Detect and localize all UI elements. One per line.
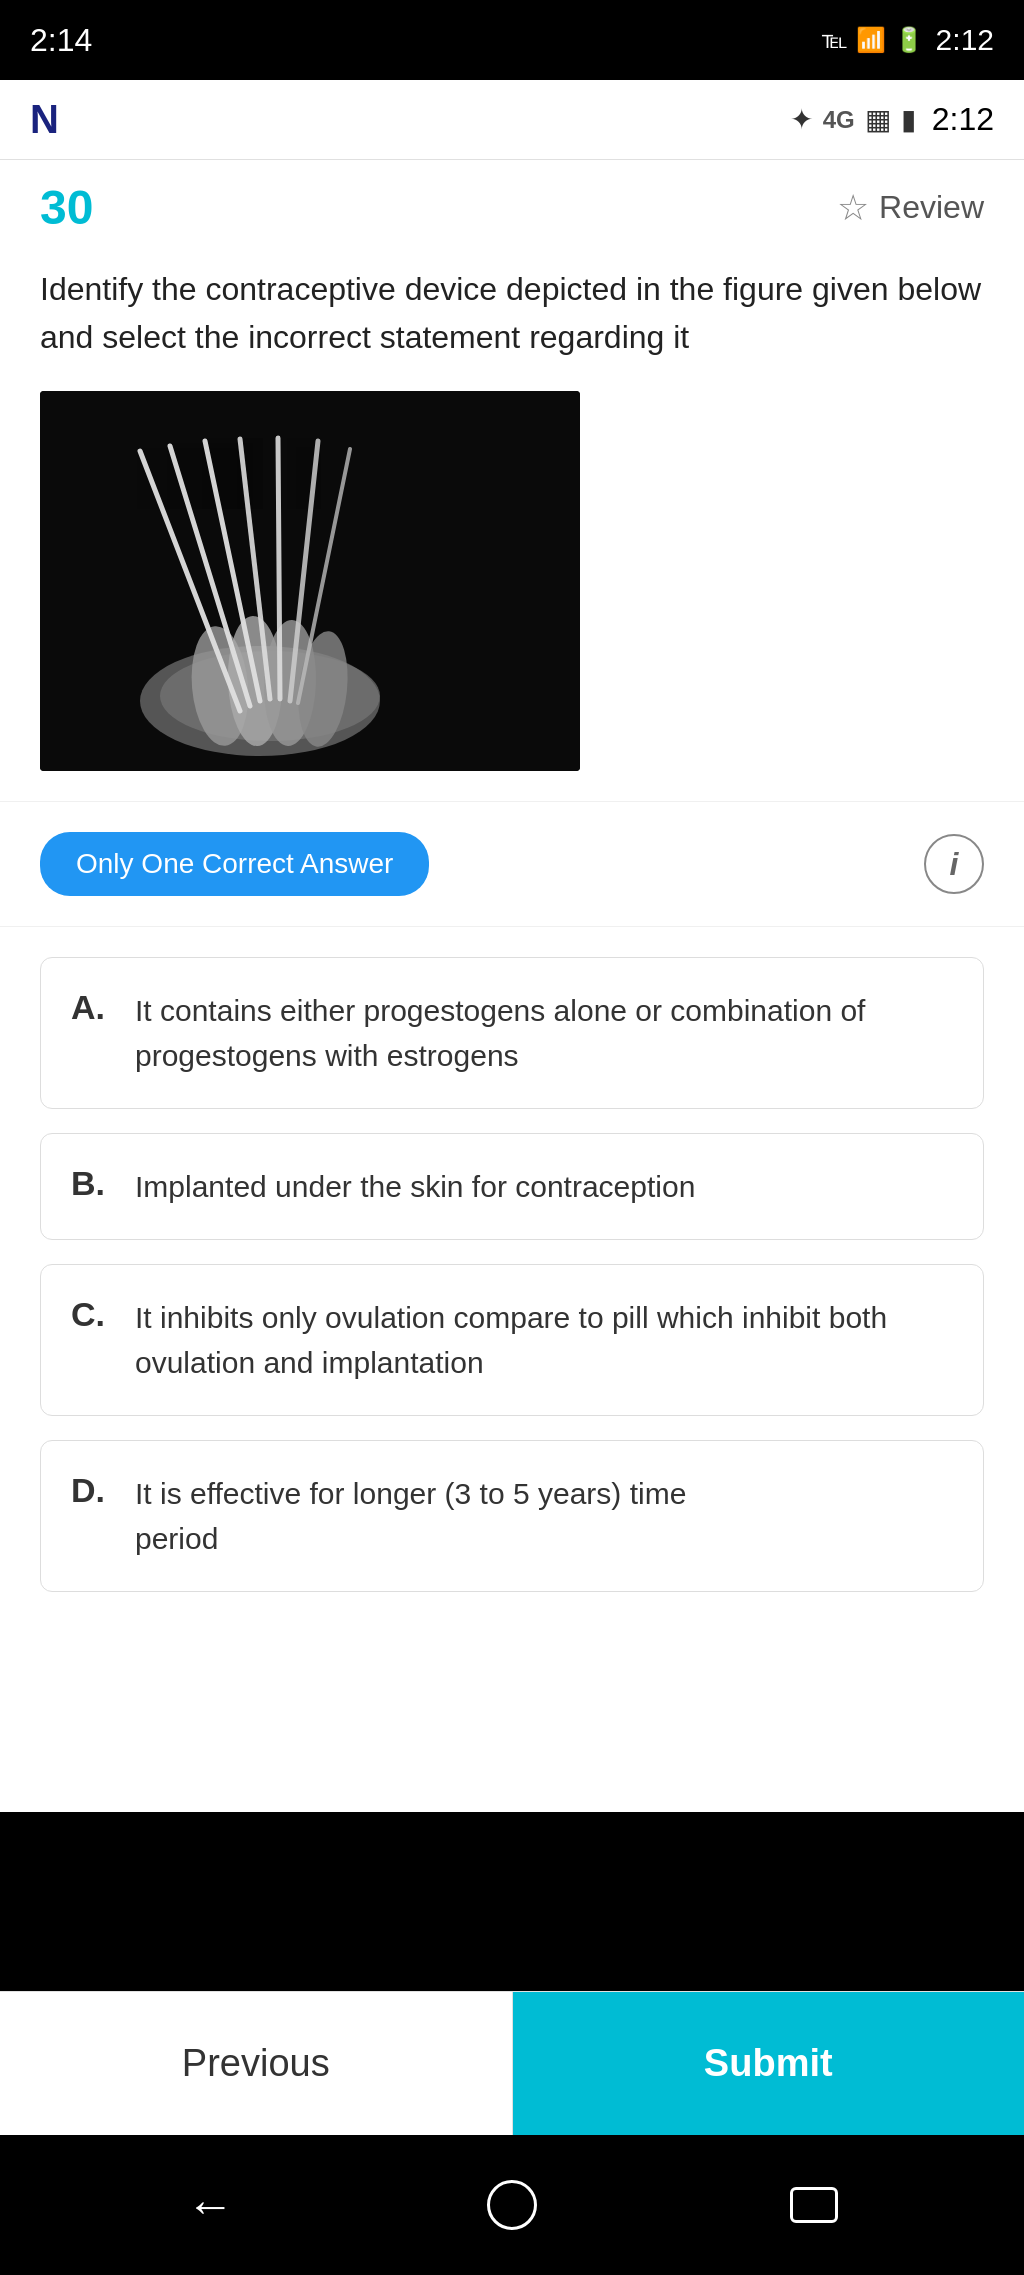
option-c[interactable]: C. It inhibits only ovulation compare to… (40, 1264, 984, 1416)
option-a[interactable]: A. It contains either progestogens alone… (40, 957, 984, 1109)
review-button[interactable]: ☆ Review (837, 187, 984, 229)
battery-icon-2: ▮ (901, 103, 916, 136)
review-label: Review (879, 189, 984, 226)
app-status-right: ✦ 4G ▦ ▮ 2:12 (790, 101, 994, 138)
main-content: 30 ☆ Review Identify the contraceptive d… (0, 160, 1024, 1812)
signal-icon: 📶 (856, 26, 886, 54)
recents-button[interactable] (790, 2187, 838, 2223)
option-b-text: Implanted under the skin for contracepti… (135, 1164, 695, 1209)
status-time-right: 2:12 (936, 23, 994, 57)
options-container: A. It contains either progestogens alone… (0, 937, 1024, 1612)
question-image (40, 391, 580, 771)
question-text: Identify the contraceptive device depict… (0, 255, 1024, 391)
back-button[interactable]: ← (186, 2178, 234, 2233)
option-d-text: It is effective for longer (3 to 5 years… (135, 1471, 686, 1561)
option-c-text: It inhibits only ovulation compare to pi… (135, 1295, 953, 1385)
option-a-label: A. (71, 988, 111, 1027)
option-b-label: B. (71, 1164, 111, 1203)
app-status-bar: N ✦ 4G ▦ ▮ 2:12 (0, 80, 1024, 160)
previous-button[interactable]: Previous (0, 1992, 513, 2135)
status-bar: 2:14 ℡ 📶 🔋 2:12 (0, 0, 1024, 80)
status-time-left: 2:14 (30, 22, 92, 59)
option-d[interactable]: D. It is effective for longer (3 to 5 ye… (40, 1440, 984, 1592)
bottom-navigation: Previous Submit (0, 1991, 1024, 2135)
bluetooth-icon: ℡ (822, 26, 848, 54)
answer-type-area: Only One Correct Answer i (0, 801, 1024, 927)
implant-illustration (40, 391, 580, 771)
option-b[interactable]: B. Implanted under the skin for contrace… (40, 1133, 984, 1240)
info-icon[interactable]: i (924, 834, 984, 894)
network-icon: 4G (823, 106, 855, 134)
question-image-container (0, 391, 1024, 801)
bluetooth-icon-2: ✦ (790, 103, 813, 136)
option-d-label: D. (71, 1471, 111, 1510)
question-number: 30 (40, 180, 93, 235)
home-button[interactable] (487, 2180, 537, 2230)
android-nav-bar: ← (0, 2135, 1024, 2275)
option-a-text: It contains either progestogens alone or… (135, 988, 953, 1078)
app-connectivity-icons: ✦ 4G ▦ ▮ (790, 103, 916, 136)
submit-button[interactable]: Submit (513, 1992, 1025, 2135)
status-icons: ℡ 📶 🔋 (822, 26, 924, 54)
signal-bars-icon: ▦ (865, 103, 891, 136)
star-icon: ☆ (837, 187, 869, 229)
question-header: 30 ☆ Review (0, 160, 1024, 255)
status-bar-right: ℡ 📶 🔋 2:12 (822, 23, 994, 57)
app-logo: N (30, 97, 57, 142)
app-time: 2:12 (932, 101, 994, 138)
option-c-label: C. (71, 1295, 111, 1334)
answer-type-badge: Only One Correct Answer (40, 832, 429, 896)
battery-icon: 🔋 (894, 26, 924, 54)
svg-line-11 (278, 438, 280, 699)
